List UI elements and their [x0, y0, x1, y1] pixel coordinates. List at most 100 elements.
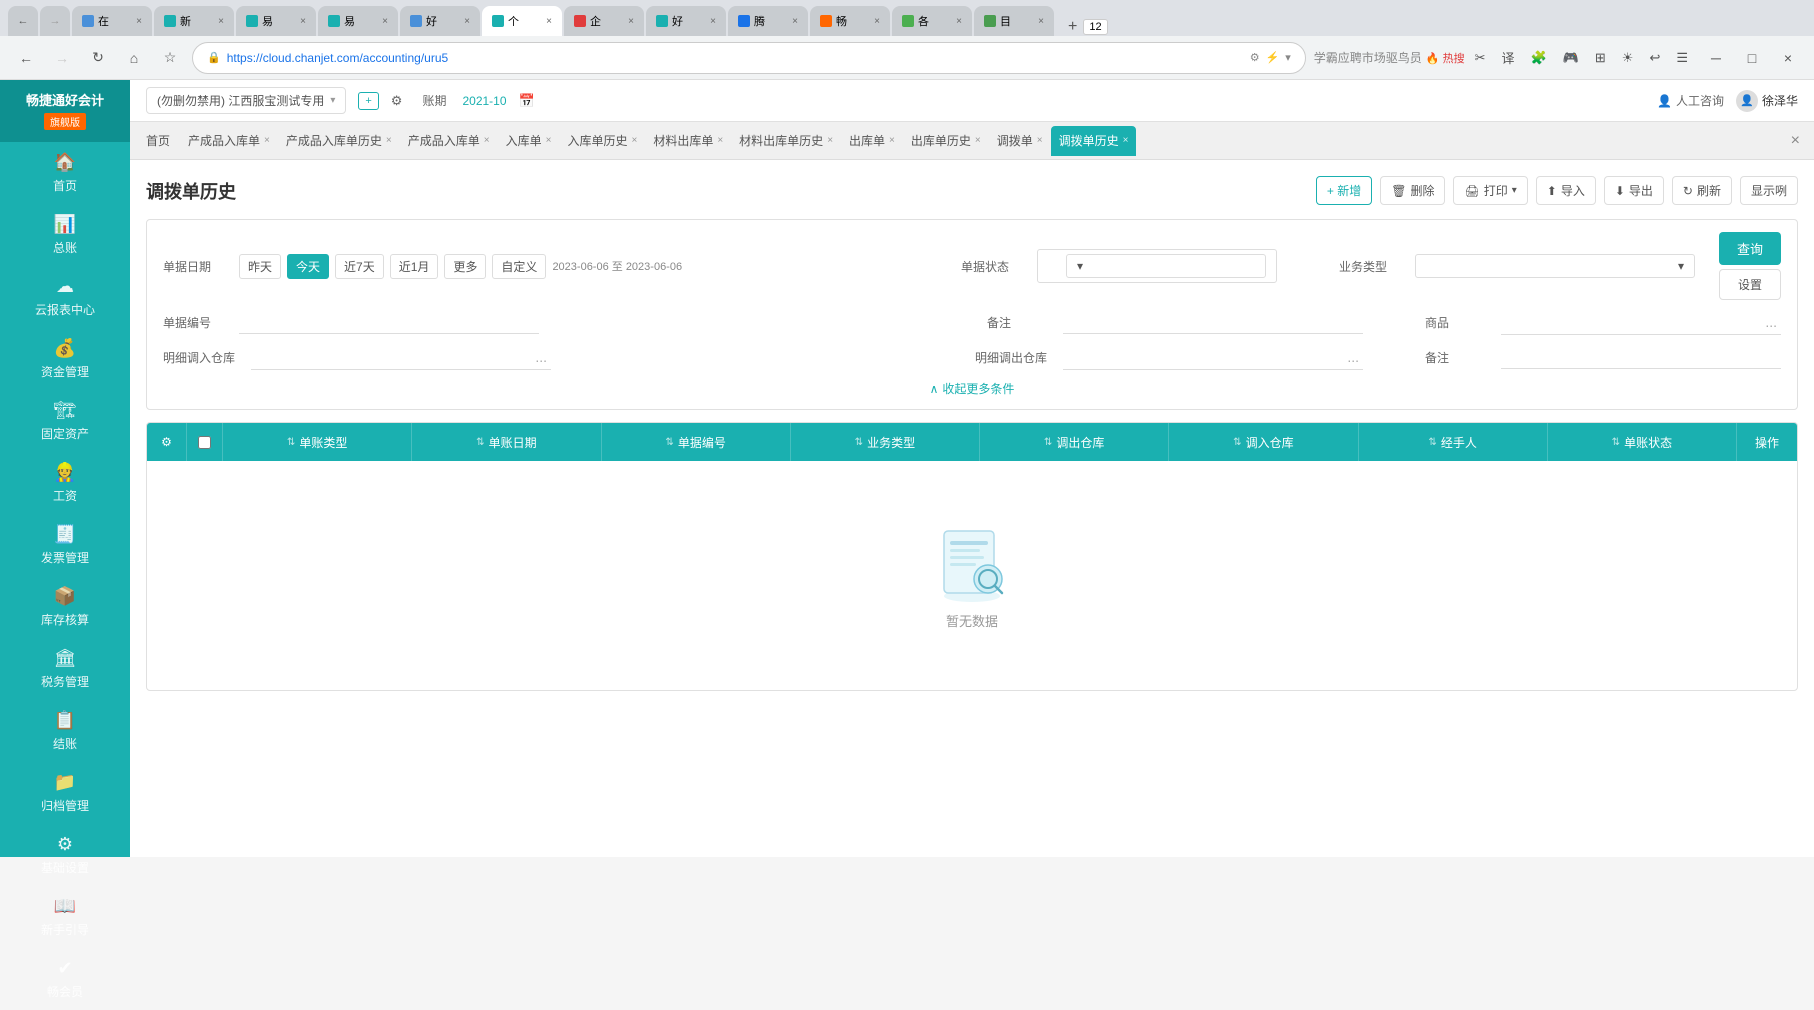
browser-tab-active[interactable]: 个 ×	[482, 6, 562, 36]
biz-type-select[interactable]: ▾	[1415, 254, 1695, 278]
sidebar-item-tax[interactable]: 🏛 税务管理	[0, 638, 130, 700]
browser-nav-fwd[interactable]: →	[40, 6, 70, 36]
note2-input[interactable]	[1501, 346, 1781, 369]
sidebar-item-reports[interactable]: ☁ 云报表中心	[0, 266, 130, 328]
date-more-btn[interactable]: 更多	[444, 254, 486, 279]
extension1-icon[interactable]: 🧩	[1525, 46, 1553, 70]
filter-settings-btn[interactable]: 设置	[1719, 269, 1781, 300]
close-all-tabs-btn[interactable]: ×	[1783, 132, 1808, 150]
note-input[interactable]	[1063, 311, 1363, 334]
tab-material-out-history-close[interactable]: ×	[827, 135, 833, 146]
sidebar-item-ledger[interactable]: 📊 总账	[0, 204, 130, 266]
forward-btn[interactable]: →	[48, 44, 76, 72]
goods-input[interactable]	[1501, 315, 1761, 329]
close-browser-btn[interactable]: ×	[1774, 44, 1802, 72]
detail-in-ellipsis[interactable]: ...	[531, 349, 551, 365]
browser-tab-2[interactable]: 新 ×	[154, 6, 234, 36]
tab-out-history[interactable]: 出库单历史 ×	[903, 126, 989, 156]
date-today-btn[interactable]: 今天	[287, 254, 329, 279]
undo-icon[interactable]: ↩	[1643, 46, 1666, 70]
tab-in-history-close[interactable]: ×	[631, 135, 637, 146]
th-doc-status[interactable]: ⇅ 单账状态	[1548, 423, 1737, 461]
sidebar-item-archive[interactable]: 📁 归档管理	[0, 762, 130, 824]
delete-btn[interactable]: 🗑 删除	[1380, 176, 1445, 205]
detail-out-input[interactable]	[1063, 350, 1343, 364]
th-doc-no[interactable]: ⇅ 单据编号	[602, 423, 791, 461]
calendar-icon[interactable]: 📅	[519, 93, 535, 109]
th-gear[interactable]: ⚙	[147, 423, 187, 461]
th-biz-type[interactable]: ⇅ 业务类型	[791, 423, 980, 461]
date-1month-btn[interactable]: 近1月	[390, 254, 439, 279]
tab-in-close[interactable]: ×	[546, 135, 552, 146]
new-tab-btn[interactable]: +	[1068, 18, 1077, 36]
sidebar-item-funds[interactable]: 💰 资金管理	[0, 328, 130, 390]
date-custom-btn[interactable]: 自定义	[492, 254, 546, 279]
translate-icon[interactable]: 译	[1495, 44, 1520, 71]
tab-product-in2-close[interactable]: ×	[484, 135, 490, 146]
add-company-btn[interactable]: +	[358, 92, 378, 110]
import-btn[interactable]: ⬆ 导入	[1536, 176, 1596, 205]
tab-home[interactable]: 首页	[136, 126, 180, 156]
refresh-btn[interactable]: ↻ 刷新	[1672, 176, 1732, 205]
tab-product-in-close[interactable]: ×	[264, 135, 270, 146]
address-bar[interactable]: 🔒 https://cloud.chanjet.com/accounting/u…	[192, 42, 1306, 74]
tab-product-in-history-close[interactable]: ×	[386, 135, 392, 146]
tab-product-in[interactable]: 产成品入库单 ×	[180, 126, 278, 156]
tab-out-history-close[interactable]: ×	[975, 135, 981, 146]
sidebar-item-wages[interactable]: 👷 工资	[0, 452, 130, 514]
tab-transfer[interactable]: 调拨单 ×	[989, 126, 1051, 156]
th-out-warehouse[interactable]: ⇅ 调出仓库	[980, 423, 1169, 461]
browser-tab-5[interactable]: 好 ×	[400, 6, 480, 36]
date-yesterday-btn[interactable]: 昨天	[239, 254, 281, 279]
menu-icon[interactable]: ☰	[1670, 46, 1694, 70]
date-7days-btn[interactable]: 近7天	[335, 254, 384, 279]
detail-in-input[interactable]	[251, 350, 531, 364]
company-settings-btn[interactable]: ⚙	[391, 93, 403, 109]
detail-out-ellipsis[interactable]: ...	[1343, 349, 1363, 365]
doc-no-input[interactable]	[239, 311, 539, 334]
home-btn[interactable]: ⌂	[120, 44, 148, 72]
tab-in-history[interactable]: 入库单历史 ×	[559, 126, 645, 156]
browser-nav-back[interactable]: ←	[8, 6, 38, 36]
sidebar-item-home[interactable]: 🏠 首页	[0, 142, 130, 204]
brightness-icon[interactable]: ☀	[1616, 46, 1640, 70]
customer-service-btn[interactable]: 👤 人工咨询	[1657, 92, 1724, 109]
query-btn[interactable]: 查询	[1719, 232, 1781, 265]
sidebar-item-close[interactable]: 📋 结账	[0, 700, 130, 762]
sidebar-item-invoice[interactable]: 🧾 发票管理	[0, 514, 130, 576]
sidebar-item-member[interactable]: ✔ 畅会员	[0, 948, 130, 1010]
tab-transfer-close[interactable]: ×	[1037, 135, 1043, 146]
tab-out-close[interactable]: ×	[889, 135, 895, 146]
collapse-btn[interactable]: ∧ 收起更多条件	[930, 380, 1015, 397]
browser-tab-8[interactable]: 腾 ×	[728, 6, 808, 36]
browser-tab-3[interactable]: 易 ×	[236, 6, 316, 36]
sidebar-item-assets[interactable]: 🏗 固定资产	[0, 390, 130, 452]
extension2-icon[interactable]: 🎮	[1557, 46, 1585, 70]
tab-product-in2[interactable]: 产成品入库单 ×	[400, 126, 498, 156]
th-doc-type[interactable]: ⇅ 单账类型	[223, 423, 412, 461]
maximize-btn[interactable]: □	[1738, 44, 1766, 72]
sidebar-item-guide[interactable]: 📖 新手引导	[0, 886, 130, 948]
tab-out[interactable]: 出库单 ×	[841, 126, 903, 156]
sidebar-item-settings[interactable]: ⚙ 基础设置	[0, 824, 130, 886]
period-value[interactable]: 2021-10	[462, 94, 506, 108]
sidebar-item-inventory[interactable]: 📦 库存核算	[0, 576, 130, 638]
export-btn[interactable]: ⬇ 导出	[1604, 176, 1664, 205]
tab-transfer-history[interactable]: 调拨单历史 ×	[1051, 126, 1137, 156]
minimize-btn[interactable]: ─	[1702, 44, 1730, 72]
bookmark-btn[interactable]: ☆	[156, 44, 184, 72]
goods-ellipsis-btn[interactable]: ...	[1761, 314, 1781, 330]
new-btn[interactable]: + 新增	[1316, 176, 1372, 205]
tab-material-out[interactable]: 材料出库单 ×	[645, 126, 731, 156]
th-handler[interactable]: ⇅ 经手人	[1359, 423, 1548, 461]
user-name-btn[interactable]: 👤 徐泽华	[1736, 90, 1798, 112]
tab-transfer-history-close[interactable]: ×	[1123, 135, 1129, 146]
refresh-btn[interactable]: ↻	[84, 44, 112, 72]
browser-tab-6[interactable]: 企 ×	[564, 6, 644, 36]
tab-product-in-history[interactable]: 产成品入库单历史 ×	[278, 126, 400, 156]
tab-material-out-history[interactable]: 材料出库单历史 ×	[731, 126, 841, 156]
display-setting-btn[interactable]: 显示咧	[1740, 176, 1798, 205]
back-btn[interactable]: ←	[12, 44, 40, 72]
browser-tab-4[interactable]: 易 ×	[318, 6, 398, 36]
th-doc-date[interactable]: ⇅ 单账日期	[412, 423, 601, 461]
